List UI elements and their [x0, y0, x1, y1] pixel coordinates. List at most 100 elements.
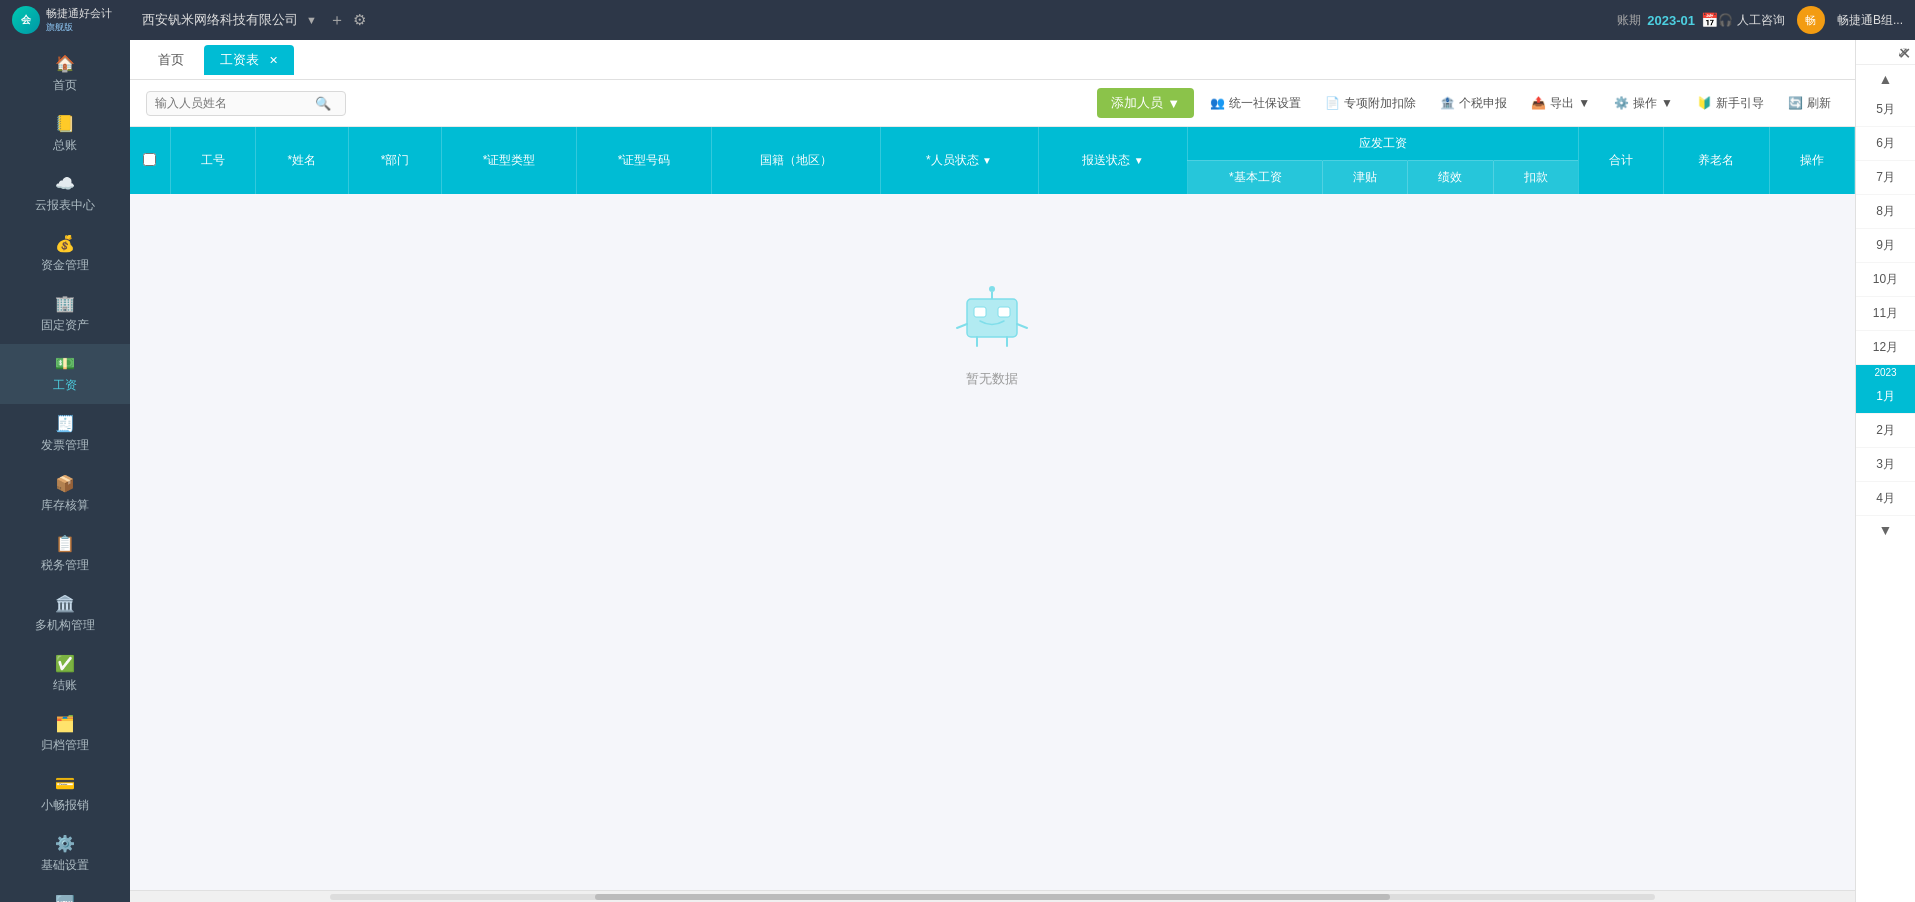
sidebar-item-ledger[interactable]: 📒 总账: [0, 104, 130, 164]
cal-month-11-label: 11月: [1873, 305, 1898, 322]
ledger-icon: 📒: [55, 114, 75, 133]
sidebar-label-fund: 资金管理: [41, 257, 89, 274]
report-filter-icon[interactable]: ▼: [1134, 155, 1144, 166]
cal-month-11[interactable]: 11月: [1856, 297, 1915, 331]
salary-table: 工号 *姓名 *部门 *证型类型 *证型号码 国籍（地区） *人员状态 ▼ 报送…: [130, 127, 1855, 468]
tab-home-label: 首页: [158, 52, 184, 67]
inventory-icon: 📦: [55, 474, 75, 493]
sidebar-label-invoice: 发票管理: [41, 437, 89, 454]
sidebar-item-guide[interactable]: 🆕 新手引导: [0, 884, 130, 902]
th-report-label: 报送状态: [1082, 153, 1130, 167]
svg-point-4: [989, 286, 995, 292]
salary-icon: 💵: [55, 354, 75, 373]
th-pension: 养老名: [1663, 127, 1769, 194]
calendar-panel: ✕ ⤢ ▲ 5月 6月 7月 8月 9月 10月 11月 12月: [1855, 40, 1915, 902]
svg-rect-1: [974, 307, 986, 317]
empty-icon: [952, 274, 1032, 354]
horizontal-scrollbar[interactable]: [130, 890, 1855, 902]
cal-month-1[interactable]: 1月: [1856, 380, 1915, 414]
th-name: *姓名: [255, 127, 348, 194]
sidebar-label-tax: 税务管理: [41, 557, 89, 574]
username[interactable]: 畅捷通B组...: [1837, 12, 1903, 29]
sidebar-item-expense[interactable]: 💳 小畅报销: [0, 764, 130, 824]
tab-home[interactable]: 首页: [142, 45, 200, 75]
sidebar-item-invoice[interactable]: 🧾 发票管理: [0, 404, 130, 464]
calendar-down-button[interactable]: ▼: [1877, 520, 1895, 540]
add-company-icon[interactable]: ＋: [329, 10, 345, 31]
sidebar-item-fixed-asset[interactable]: 🏢 固定资产: [0, 284, 130, 344]
calendar-icon[interactable]: 📅: [1701, 12, 1718, 28]
settings-icon[interactable]: ⚙: [353, 11, 366, 29]
cal-month-5[interactable]: 5月: [1856, 93, 1915, 127]
logo-icon: 会: [12, 6, 40, 34]
org-icon: 🏛️: [55, 594, 75, 613]
company-selector[interactable]: 西安钒米网络科技有限公司 ▼ ＋ ⚙: [142, 10, 1597, 31]
sidebar-item-home[interactable]: 🏠 首页: [0, 44, 130, 104]
help-btn[interactable]: 🎧 人工咨询: [1718, 12, 1785, 29]
sidebar-item-settle[interactable]: ✅ 结账: [0, 644, 130, 704]
cal-month-10-label: 10月: [1873, 271, 1898, 288]
sidebar-item-inventory[interactable]: 📦 库存核算: [0, 464, 130, 524]
cal-month-4[interactable]: 4月: [1856, 482, 1915, 516]
app-name: 畅捷通好会计: [46, 6, 112, 20]
scroll-thumb[interactable]: [595, 894, 1390, 900]
tax-report-label: 个税申报: [1459, 95, 1507, 112]
search-input[interactable]: [155, 96, 315, 110]
fund-icon: 💰: [55, 234, 75, 253]
export-arrow-icon: ▼: [1578, 96, 1590, 110]
logo-text-block: 畅捷通好会计 旗舰版: [46, 6, 112, 33]
cal-month-7-label: 7月: [1876, 169, 1895, 186]
cal-month-7[interactable]: 7月: [1856, 161, 1915, 195]
period-selector[interactable]: 账期 2023-01 📅: [1617, 12, 1718, 29]
cal-month-8[interactable]: 8月: [1856, 195, 1915, 229]
sidebar-item-multi-org[interactable]: 🏛️ 多机构管理: [0, 584, 130, 644]
guide-nav-icon: 🔰: [1697, 96, 1712, 110]
sidebar-item-cloud-report[interactable]: ☁️ 云报表中心: [0, 164, 130, 224]
cal-month-3-label: 3月: [1876, 456, 1895, 473]
sidebar-item-fund[interactable]: 💰 资金管理: [0, 224, 130, 284]
sidebar-label-asset: 固定资产: [41, 317, 89, 334]
special-deduction-label: 专项附加扣除: [1344, 95, 1416, 112]
cal-month-6-label: 6月: [1876, 135, 1895, 152]
sidebar-item-settings[interactable]: ⚙️ 基础设置: [0, 824, 130, 884]
cal-month-2[interactable]: 2月: [1856, 414, 1915, 448]
social-insurance-button[interactable]: 👥 统一社保设置: [1202, 91, 1309, 116]
tab-salary[interactable]: 工资表 ✕: [204, 45, 294, 75]
add-person-button[interactable]: 添加人员 ▼: [1097, 88, 1194, 118]
calendar-year: 2023: [1874, 367, 1896, 378]
export-button[interactable]: 📤 导出 ▼: [1523, 91, 1598, 116]
cal-month-10[interactable]: 10月: [1856, 263, 1915, 297]
calendar-year-tag: 2023: [1856, 365, 1915, 380]
operation-button[interactable]: ⚙️ 操作 ▼: [1606, 91, 1681, 116]
refresh-label: 刷新: [1807, 95, 1831, 112]
user-avatar[interactable]: 畅: [1797, 6, 1825, 34]
guide-button[interactable]: 🔰 新手引导: [1689, 91, 1772, 116]
settle-icon: ✅: [55, 654, 75, 673]
top-header: 会 畅捷通好会计 旗舰版 西安钒米网络科技有限公司 ▼ ＋ ⚙ 账期 2023-…: [0, 0, 1915, 40]
help-label: 人工咨询: [1737, 12, 1785, 29]
calendar-close-button[interactable]: ✕: [1898, 44, 1911, 63]
guide-label: 新手引导: [1716, 95, 1764, 112]
op-arrow-icon: ▼: [1661, 96, 1673, 110]
sidebar-item-archive[interactable]: 🗂️ 归档管理: [0, 704, 130, 764]
sidebar-item-salary[interactable]: 💵 工资: [0, 344, 130, 404]
cal-month-3[interactable]: 3月: [1856, 448, 1915, 482]
period-label: 账期: [1617, 12, 1641, 29]
filter-icon[interactable]: ▼: [982, 155, 992, 166]
cal-month-9[interactable]: 9月: [1856, 229, 1915, 263]
sidebar-item-tax[interactable]: 📋 税务管理: [0, 524, 130, 584]
calendar-nav-down: ▼: [1856, 516, 1915, 544]
special-deduction-button[interactable]: 📄 专项附加扣除: [1317, 91, 1424, 116]
refresh-button[interactable]: 🔄 刷新: [1780, 91, 1839, 116]
search-box[interactable]: 🔍: [146, 91, 346, 116]
cal-month-12[interactable]: 12月: [1856, 331, 1915, 365]
chevron-down-icon[interactable]: ▼: [306, 14, 317, 26]
table-wrapper: 工号 *姓名 *部门 *证型类型 *证型号码 国籍（地区） *人员状态 ▼ 报送…: [130, 127, 1855, 890]
tax-report-button[interactable]: 🏦 个税申报: [1432, 91, 1515, 116]
cal-month-8-label: 8月: [1876, 203, 1895, 220]
calendar-up-button[interactable]: ▲: [1877, 69, 1895, 89]
cal-month-6[interactable]: 6月: [1856, 127, 1915, 161]
th-id-type: *证型类型: [442, 127, 577, 194]
select-all-checkbox[interactable]: [143, 153, 156, 166]
tab-close-icon[interactable]: ✕: [269, 54, 278, 66]
